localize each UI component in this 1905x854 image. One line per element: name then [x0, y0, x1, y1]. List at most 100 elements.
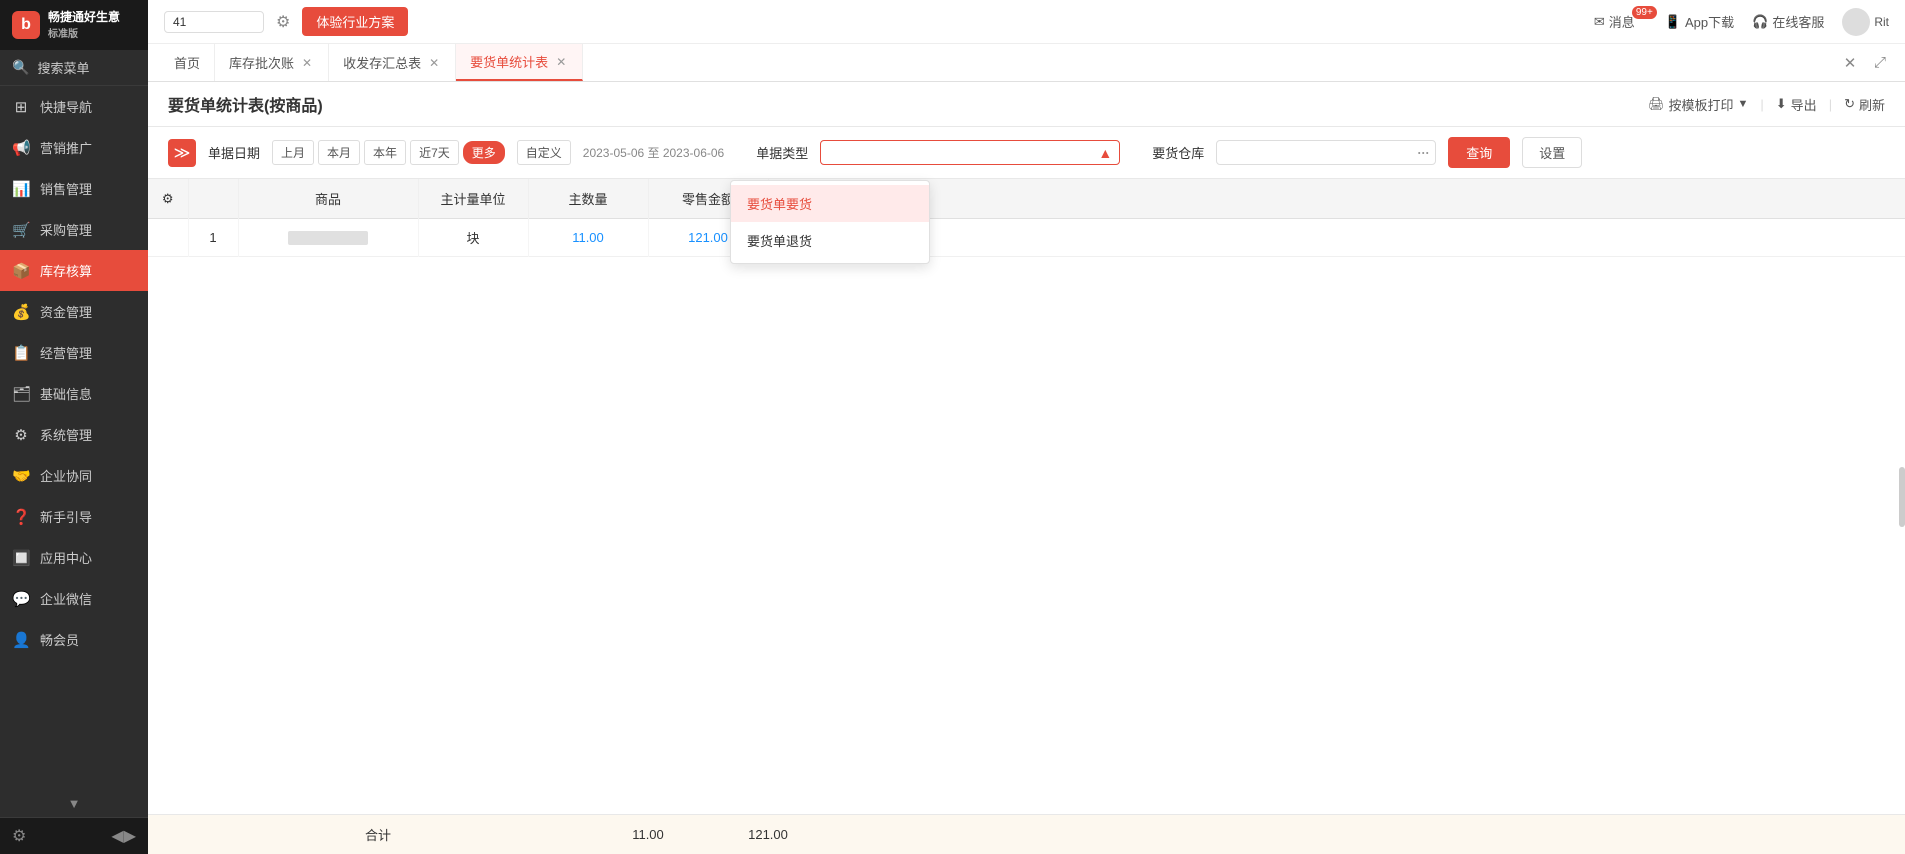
sidebar-bottom: ⚙ ◀▶: [0, 817, 148, 854]
app-download-button[interactable]: 📱 App下载: [1665, 12, 1734, 31]
tabs-bar: 首页 库存批次账 ✕ 收发存汇总表 ✕ 要货单统计表 ✕ ✕ ⤢: [148, 44, 1905, 82]
type-filter-chevron-icon[interactable]: ▲: [1098, 145, 1112, 161]
tab-close-order-summary[interactable]: ✕: [554, 53, 568, 71]
sidebar-item-enterprise[interactable]: 🤝 企业协同: [0, 455, 148, 496]
expand-icon: ≫: [174, 143, 191, 163]
sidebar-item-member[interactable]: 👤 畅会员: [0, 619, 148, 660]
page-title: 要货单统计表(按商品): [168, 92, 323, 116]
tab-close-inventory-batch[interactable]: ✕: [300, 54, 314, 72]
guide-icon: ❓: [12, 508, 30, 526]
filter-expand-button[interactable]: ≫: [168, 139, 196, 167]
sidebar-item-finance[interactable]: 💰 资金管理: [0, 291, 148, 332]
table-footer: 合计 11.00 121.00: [148, 814, 1905, 854]
sidebar-scroll-down[interactable]: ▼: [0, 790, 148, 817]
sidebar-item-purchase[interactable]: 🛒 采购管理: [0, 209, 148, 250]
dropdown-item-order-return[interactable]: 要货单退货: [731, 222, 929, 259]
top-header: ⚙ 体验行业方案 ✉ 消息 99+ 📱 App下载 🎧 在线客服 Rit: [148, 0, 1905, 44]
more-dates-btn[interactable]: 更多: [463, 141, 505, 164]
sidebar-item-guide[interactable]: ❓ 新手引导: [0, 496, 148, 537]
page-header: 要货单统计表(按商品) 🖨 按模板打印 ▼ | ⬇ 导出 | ↻ 刷新: [148, 82, 1905, 127]
type-filter-wrapper: ▲: [820, 140, 1120, 165]
export-icon: ⬇: [1776, 96, 1787, 112]
print-chevron-icon: ▼: [1737, 98, 1748, 110]
filter-settings-button[interactable]: 设置: [1522, 137, 1582, 168]
type-filter-label: 单据类型: [756, 143, 808, 162]
last-7-days-btn[interactable]: 近7天: [410, 140, 459, 165]
page-header-actions: 🖨 按模板打印 ▼ | ⬇ 导出 | ↻ 刷新: [1648, 95, 1885, 114]
app-name: 畅捷通好生意: [48, 10, 120, 26]
print-label: 按模板打印: [1668, 95, 1733, 114]
app-download-label: App下载: [1685, 12, 1734, 31]
sidebar-item-label: 企业微信: [40, 589, 92, 608]
sidebar-item-quick-nav[interactable]: ⊞ 快捷导航: [0, 86, 148, 127]
refresh-label: 刷新: [1859, 95, 1885, 114]
sidebar-settings-icon[interactable]: ⚙: [12, 826, 26, 846]
col-row-num: [188, 179, 238, 219]
col-settings[interactable]: ⚙: [148, 179, 188, 219]
sidebar-item-basic-info[interactable]: 🗂 基础信息: [0, 373, 148, 414]
this-month-btn[interactable]: 本月: [318, 140, 360, 165]
industry-solution-button[interactable]: 体验行业方案: [302, 7, 408, 36]
purchase-icon: 🛒: [12, 221, 30, 239]
cell-quantity[interactable]: 11.00: [528, 219, 648, 257]
user-name: Rit: [1874, 15, 1889, 29]
footer-total-amount: 121.00: [708, 827, 828, 842]
table-header-row: ⚙ 商品 主计量单位 主数量 零售金额: [148, 179, 1905, 219]
warehouse-filter-input[interactable]: [1216, 140, 1436, 165]
tab-receivable-summary[interactable]: 收发存汇总表 ✕: [329, 44, 456, 81]
sidebar-item-marketing[interactable]: 📢 营销推广: [0, 127, 148, 168]
tab-home[interactable]: 首页: [160, 44, 215, 81]
page-body: 要货单统计表(按商品) 🖨 按模板打印 ▼ | ⬇ 导出 | ↻ 刷新: [148, 82, 1905, 854]
warehouse-filter-label: 要货仓库: [1152, 143, 1204, 162]
tab-inventory-batch[interactable]: 库存批次账 ✕: [215, 44, 329, 81]
expand-tabs-button[interactable]: ⤢: [1867, 50, 1893, 76]
main-content: ⚙ 体验行业方案 ✉ 消息 99+ 📱 App下载 🎧 在线客服 Rit: [148, 0, 1905, 854]
inventory-icon: 📦: [12, 262, 30, 280]
app-center-icon: 🔲: [12, 549, 30, 567]
custom-date-btn[interactable]: 自定义: [517, 140, 571, 165]
dropdown-item-order-goods[interactable]: 要货单要货: [731, 185, 929, 222]
sidebar-item-inventory[interactable]: 📦 库存核算: [0, 250, 148, 291]
sidebar-item-label: 新手引导: [40, 507, 92, 526]
online-service-button[interactable]: 🎧 在线客服: [1752, 12, 1824, 31]
right-scroll-indicator: [1899, 467, 1905, 527]
sidebar-collapse-icon[interactable]: ◀▶: [111, 826, 136, 846]
sidebar-item-operation[interactable]: 📋 经营管理: [0, 332, 148, 373]
tab-close-receivable-summary[interactable]: ✕: [427, 54, 441, 72]
export-label: 导出: [1791, 95, 1817, 114]
sidebar-item-label: 畅会员: [40, 630, 79, 649]
breadcrumb-input[interactable]: [164, 11, 264, 33]
user-profile-button[interactable]: Rit: [1842, 8, 1889, 36]
message-button[interactable]: ✉ 消息 99+: [1594, 12, 1647, 31]
this-year-btn[interactable]: 本年: [364, 140, 406, 165]
message-badge: 99+: [1632, 6, 1657, 19]
export-button[interactable]: ⬇ 导出: [1776, 95, 1817, 114]
cell-settings: [148, 219, 188, 257]
col-unit: 主计量单位: [418, 179, 528, 219]
enterprise-icon: 🤝: [12, 467, 30, 485]
headset-icon: 🎧: [1752, 14, 1768, 30]
sidebar-item-system[interactable]: ⚙ 系统管理: [0, 414, 148, 455]
warehouse-filter-dots-icon[interactable]: ···: [1416, 142, 1428, 163]
sidebar-nav: ⊞ 快捷导航 📢 营销推广 📊 销售管理 🛒 采购管理 📦 库存核算 💰 资金管…: [0, 86, 148, 790]
print-button[interactable]: 🖨 按模板打印 ▼: [1648, 95, 1748, 114]
sidebar-item-app-center[interactable]: 🔲 应用中心: [0, 537, 148, 578]
app-edition: 标准版: [48, 25, 120, 40]
close-all-tabs-button[interactable]: ✕: [1837, 50, 1863, 76]
header-gear-icon[interactable]: ⚙: [276, 12, 290, 32]
sidebar-search[interactable]: 🔍 搜索菜单: [0, 50, 148, 86]
last-month-btn[interactable]: 上月: [272, 140, 314, 165]
sidebar-item-label: 资金管理: [40, 302, 92, 321]
quick-nav-icon: ⊞: [12, 98, 30, 116]
query-button[interactable]: 查询: [1448, 137, 1510, 168]
tab-order-summary[interactable]: 要货单统计表 ✕: [456, 44, 583, 81]
type-filter-input[interactable]: [820, 140, 1120, 165]
sales-icon: 📊: [12, 180, 30, 198]
refresh-button[interactable]: ↻ 刷新: [1844, 95, 1885, 114]
table-body: 1 块 11.00 121.00: [148, 219, 1905, 257]
sidebar-item-sales[interactable]: 📊 销售管理: [0, 168, 148, 209]
app-logo-icon: b: [12, 11, 40, 39]
cell-unit: 块: [418, 219, 528, 257]
sidebar-item-label: 销售管理: [40, 179, 92, 198]
sidebar-item-wechat[interactable]: 💬 企业微信: [0, 578, 148, 619]
